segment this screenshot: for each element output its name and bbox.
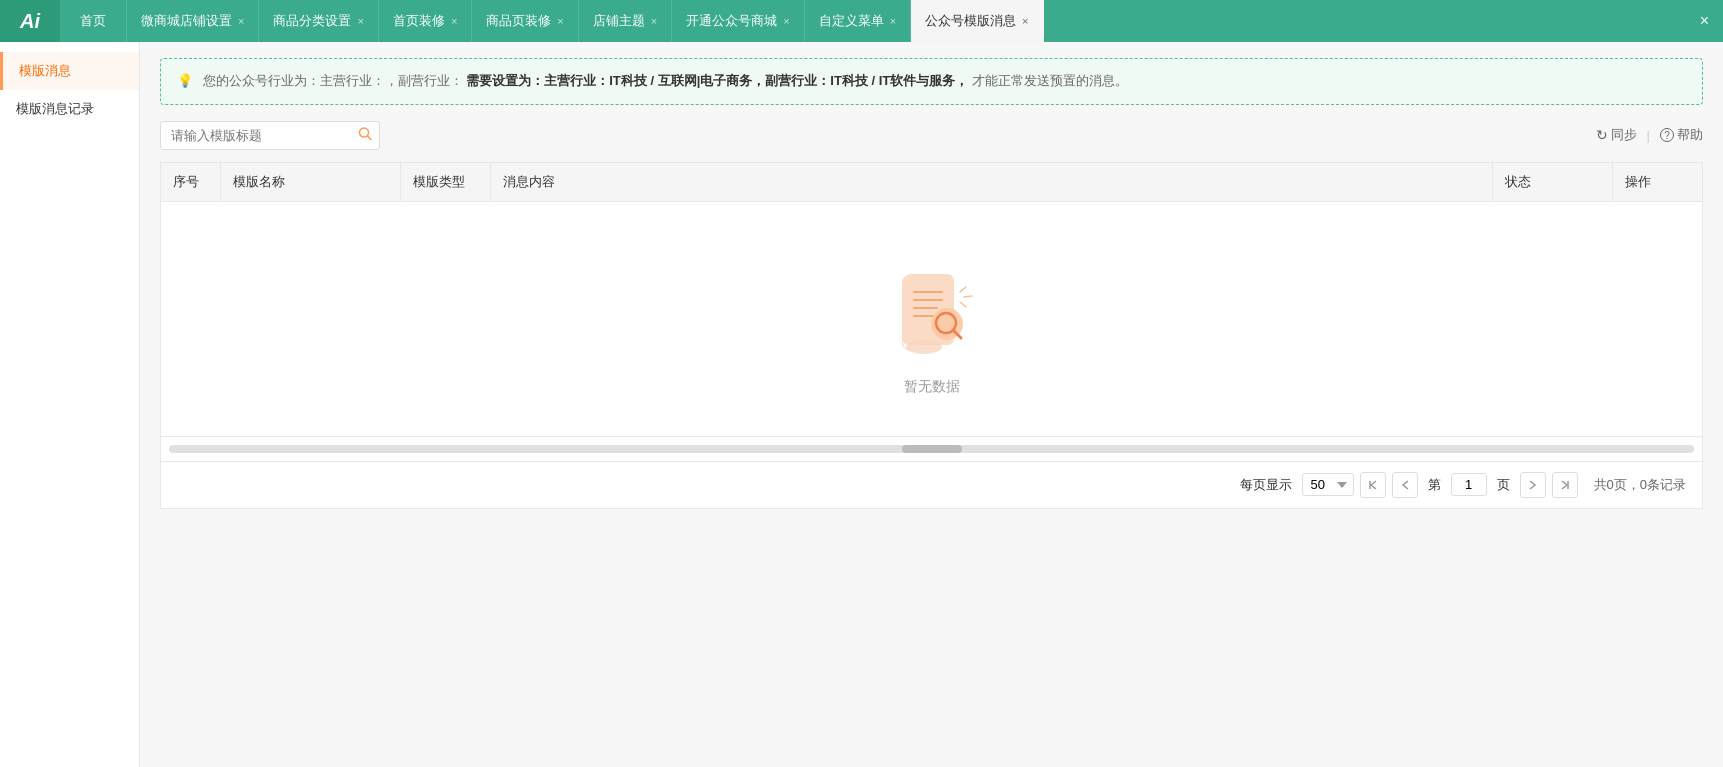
nav-item-home[interactable]: 首页 — [60, 0, 127, 42]
nav-item-category-settings[interactable]: 商品分类设置 × — [259, 0, 378, 42]
divider: | — [1647, 128, 1650, 143]
nav-label-template-msg: 公众号模版消息 — [925, 12, 1016, 30]
help-button[interactable]: ? 帮助 — [1660, 126, 1703, 144]
content-area: 💡 您的公众号行业为：主营行业：，副营行业： 需要设置为：主营行业：IT科技 /… — [140, 42, 1723, 767]
col-header-content: 消息内容 — [491, 162, 1493, 201]
empty-illustration — [882, 262, 982, 362]
sidebar-label-template-msg-record: 模版消息记录 — [16, 101, 94, 116]
empty-text: 暂无数据 — [161, 378, 1702, 396]
close-icon[interactable]: × — [1022, 15, 1028, 27]
global-close-button[interactable]: × — [1686, 12, 1723, 30]
col-header-seq: 序号 — [161, 162, 221, 201]
close-icon[interactable]: × — [557, 15, 563, 27]
nav-label-shop-settings: 微商城店铺设置 — [141, 12, 232, 30]
table-empty-row: 暂无数据 — [161, 201, 1703, 436]
col-header-name: 模版名称 — [221, 162, 401, 201]
toolbar-right: ↻ 同步 | ? 帮助 — [1596, 126, 1703, 144]
page-unit: 页 — [1497, 476, 1510, 494]
table-header-row: 序号 模版名称 模版类型 消息内容 状态 操作 — [161, 162, 1703, 201]
page-size-select[interactable]: 50 10 20 100 — [1302, 473, 1354, 496]
svg-line-10 — [960, 287, 966, 292]
nav-item-homepage-decor[interactable]: 首页装修 × — [379, 0, 472, 42]
first-page-button[interactable] — [1360, 472, 1386, 498]
search-input[interactable] — [160, 121, 380, 150]
close-icon[interactable]: × — [890, 15, 896, 27]
nav-label-open-mall: 开通公众号商城 — [686, 12, 777, 30]
main-layout: 模版消息 模版消息记录 💡 您的公众号行业为：主营行业：，副营行业： 需要设置为… — [0, 42, 1723, 767]
nav-label-product-decor: 商品页装修 — [486, 12, 551, 30]
total-info: 共0页，0条记录 — [1594, 476, 1686, 494]
search-icon[interactable] — [358, 127, 372, 144]
nav-item-product-decor[interactable]: 商品页装修 × — [472, 0, 578, 42]
notice-banner: 💡 您的公众号行业为：主营行业：，副营行业： 需要设置为：主营行业：IT科技 /… — [160, 58, 1703, 105]
notice-prefix: 您的公众号行业为：主营行业：，副营行业： — [203, 73, 463, 88]
nav-item-custom-menu[interactable]: 自定义菜单 × — [805, 0, 911, 42]
notice-suffix: 才能正常发送预置的消息。 — [972, 73, 1128, 88]
svg-line-11 — [964, 296, 972, 297]
page-label: 第 — [1428, 476, 1441, 494]
pagination: 每页显示 50 10 20 100 第 页 共0页，0条记录 — [160, 462, 1703, 509]
next-page-button[interactable] — [1520, 472, 1546, 498]
nav-item-shop-settings[interactable]: 微商城店铺设置 × — [127, 0, 259, 42]
search-input-wrap — [160, 121, 380, 150]
nav-item-open-mall[interactable]: 开通公众号商城 × — [672, 0, 804, 42]
help-label: 帮助 — [1677, 126, 1703, 144]
nav-label-home: 首页 — [80, 12, 106, 30]
sidebar-item-template-msg-record[interactable]: 模版消息记录 — [0, 90, 139, 128]
close-icon[interactable]: × — [451, 15, 457, 27]
notice-icon: 💡 — [177, 73, 193, 88]
sync-label: 同步 — [1611, 126, 1637, 144]
nav-item-shop-theme[interactable]: 店铺主题 × — [579, 0, 672, 42]
top-nav: Ai 首页 微商城店铺设置 × 商品分类设置 × 首页装修 × 商品页装修 × … — [0, 0, 1723, 42]
sync-button[interactable]: ↻ 同步 — [1596, 126, 1637, 144]
col-header-status: 状态 — [1493, 162, 1613, 201]
close-icon[interactable]: × — [783, 15, 789, 27]
search-bar: ↻ 同步 | ? 帮助 — [160, 121, 1703, 150]
nav-item-template-msg[interactable]: 公众号模版消息 × — [911, 0, 1043, 42]
page-size-label: 每页显示 — [1240, 476, 1292, 494]
empty-state: 暂无数据 — [161, 202, 1702, 436]
close-icon[interactable]: × — [651, 15, 657, 27]
last-page-button[interactable] — [1552, 472, 1578, 498]
nav-label-homepage-decor: 首页装修 — [393, 12, 445, 30]
col-header-action: 操作 — [1613, 162, 1703, 201]
nav-label-category-settings: 商品分类设置 — [273, 12, 351, 30]
nav-label-custom-menu: 自定义菜单 — [819, 12, 884, 30]
svg-line-12 — [960, 302, 966, 307]
close-icon[interactable]: × — [357, 15, 363, 27]
horizontal-scrollbar[interactable] — [169, 445, 1694, 453]
data-table: 序号 模版名称 模版类型 消息内容 状态 操作 — [160, 162, 1703, 437]
page-number-input[interactable] — [1451, 473, 1487, 496]
sidebar: 模版消息 模版消息记录 — [0, 42, 140, 767]
notice-highlight: 需要设置为：主营行业：IT科技 / 互联网|电子商务，副营行业：IT科技 / I… — [466, 73, 968, 88]
sidebar-label-template-msg: 模版消息 — [19, 63, 71, 78]
close-icon[interactable]: × — [238, 15, 244, 27]
nav-label-shop-theme: 店铺主题 — [593, 12, 645, 30]
sync-icon: ↻ — [1596, 127, 1608, 143]
brand-logo: Ai — [0, 0, 60, 42]
col-header-type: 模版类型 — [401, 162, 491, 201]
sidebar-item-template-msg[interactable]: 模版消息 — [0, 52, 139, 90]
svg-line-1 — [368, 136, 372, 140]
prev-page-button[interactable] — [1392, 472, 1418, 498]
help-icon: ? — [1660, 128, 1674, 142]
